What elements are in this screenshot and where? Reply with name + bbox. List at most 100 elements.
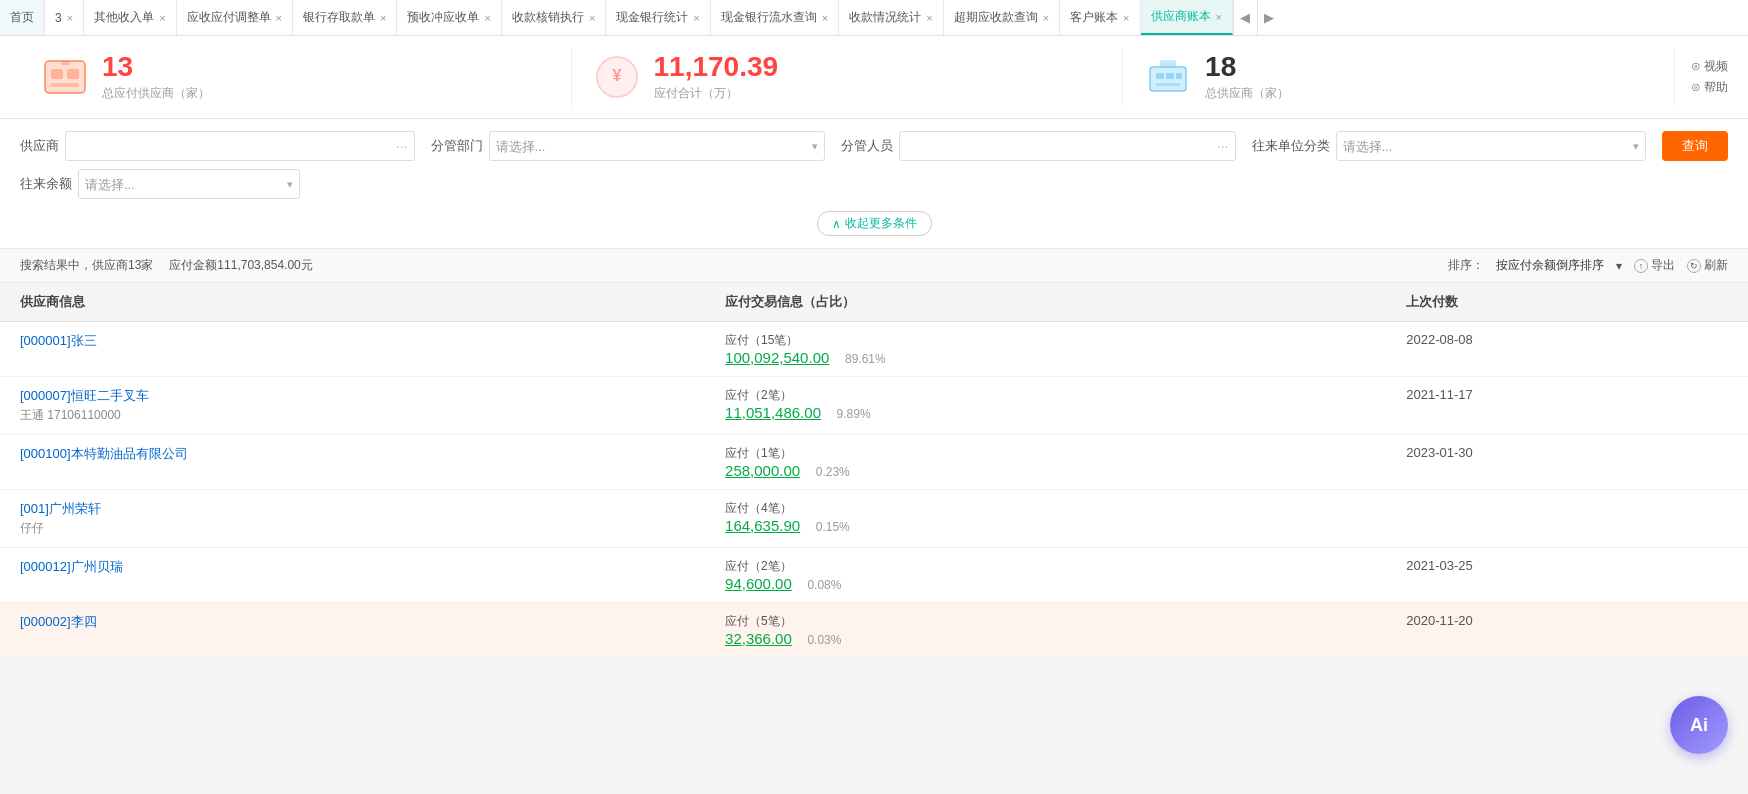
tx-amount-link[interactable]: 32,366.00 [725, 630, 792, 647]
close-icon[interactable]: × [1216, 11, 1222, 23]
tx-info-cell: 应付（1笔） 258,000.00 0.23% [705, 435, 1386, 490]
collapse-bar: ∧ 收起更多条件 [20, 207, 1728, 236]
person-dots-icon[interactable]: ··· [1217, 138, 1229, 154]
filter-row-2: 往来余额 请选择... ▾ [20, 169, 1728, 199]
dept-select-wrapper[interactable]: 请选择... ▾ [489, 131, 826, 161]
tx-info-cell: 应付（2笔） 11,051,486.00 9.89% [705, 377, 1386, 435]
category-filter-label: 往来单位分类 [1252, 137, 1330, 155]
filter-area: 供应商 ··· 分管部门 请选择... ▾ 分管人员 ··· 往来单位分类 [0, 119, 1748, 249]
svg-rect-3 [51, 83, 79, 87]
tx-label: 应付（5笔） [725, 613, 1366, 630]
balance-select[interactable]: 请选择... [85, 177, 287, 192]
tx-amount-link[interactable]: 258,000.00 [725, 462, 800, 479]
supplier-sub-info: 仔仔 [20, 520, 685, 537]
tx-row: 94,600.00 0.08% [725, 575, 1366, 592]
tx-amount-link[interactable]: 11,051,486.00 [725, 404, 821, 421]
category-select[interactable]: 请选择... [1343, 139, 1634, 154]
collapse-button[interactable]: ∧ 收起更多条件 [817, 211, 932, 236]
nav-tab-supplier-ledger[interactable]: 供应商账本 × [1141, 0, 1233, 35]
supplier-link[interactable]: [000007]恒旺二手叉车 [20, 388, 149, 403]
tx-info-cell: 应付（5笔） 32,366.00 0.03% [705, 603, 1386, 658]
supplier-link[interactable]: [000012]广州贝瑞 [20, 559, 123, 574]
total-suppliers-label: 总供应商（家） [1205, 85, 1289, 102]
collapse-up-icon: ∧ [832, 217, 841, 231]
supplier-input[interactable] [72, 139, 396, 154]
dept-filter-item: 分管部门 请选择... ▾ [431, 131, 826, 161]
last-pay-date: 2020-11-20 [1406, 613, 1473, 628]
nav-next-arrow[interactable]: ▶ [1257, 0, 1281, 36]
result-bar: 搜索结果中，供应商13家 应付金额111,703,854.00元 排序： 按应付… [0, 249, 1748, 283]
result-amount: 应付金额111,703,854.00元 [169, 257, 312, 274]
nav-tab-receipt-stat[interactable]: 收款情况统计 × [839, 0, 943, 35]
nav-prev-arrow[interactable]: ◀ [1233, 0, 1257, 36]
export-icon: ↑ [1634, 259, 1648, 273]
nav-tab-cash-bank-flow[interactable]: 现金银行流水查询 × [711, 0, 839, 35]
tx-percent: 0.03% [807, 633, 841, 647]
summary-bar: 13 总应付供应商（家） ¥ 11,170.39 应付合计（万） [0, 36, 1748, 119]
svg-rect-11 [1156, 83, 1180, 86]
supplier-filter-item: 供应商 ··· [20, 131, 415, 161]
table-row: [000001]张三应付（15笔） 100,092,540.00 89.61% … [0, 322, 1748, 377]
nav-tab-3[interactable]: 3 × [45, 0, 84, 35]
tx-amount-link[interactable]: 164,635.90 [725, 517, 800, 534]
nav-tab-cash-bank-stat[interactable]: 现金银行统计 × [606, 0, 710, 35]
nav-tab-prepay-offset[interactable]: 预收冲应收单 × [397, 0, 501, 35]
tx-amount-link[interactable]: 94,600.00 [725, 575, 792, 592]
balance-filter-item: 往来余额 请选择... ▾ [20, 169, 300, 199]
nav-tab-ar-ap-adjust[interactable]: 应收应付调整单 × [177, 0, 293, 35]
close-icon[interactable]: × [484, 12, 490, 24]
close-icon[interactable]: × [822, 12, 828, 24]
svg-rect-8 [1156, 73, 1164, 79]
close-icon[interactable]: × [276, 12, 282, 24]
supplier-table: 供应商信息 应付交易信息（占比） 上次付数 [000001]张三应付（15笔） … [0, 283, 1748, 658]
nav-tab-receipt-verify[interactable]: 收款核销执行 × [502, 0, 606, 35]
svg-rect-1 [51, 69, 63, 79]
supplier-link[interactable]: [000002]李四 [20, 614, 97, 629]
close-icon[interactable]: × [1123, 12, 1129, 24]
nav-tab-overdue-ar[interactable]: 超期应收款查询 × [944, 0, 1060, 35]
category-select-wrapper[interactable]: 请选择... ▾ [1336, 131, 1647, 161]
last-pay-date: 2021-03-25 [1406, 558, 1473, 573]
supplier-dots-icon[interactable]: ··· [396, 138, 408, 154]
nav-tab-customer-ledger[interactable]: 客户账本 × [1060, 0, 1140, 35]
supplier-filter-label: 供应商 [20, 137, 59, 155]
close-icon[interactable]: × [693, 12, 699, 24]
summary-card-amount: ¥ 11,170.39 应付合计（万） [572, 48, 1124, 106]
video-link[interactable]: ⊙ 视频 [1691, 58, 1728, 75]
supplier-filter-input-wrapper: ··· [65, 131, 415, 161]
sort-chevron-icon: ▾ [1616, 259, 1622, 273]
dept-select[interactable]: 请选择... [496, 139, 813, 154]
balance-filter-label: 往来余额 [20, 175, 72, 193]
tx-info-cell: 应付（4笔） 164,635.90 0.15% [705, 490, 1386, 548]
supplier-link[interactable]: [000001]张三 [20, 333, 97, 348]
nav-tab-other-income[interactable]: 其他收入单 × [84, 0, 176, 35]
refresh-button[interactable]: ↻ 刷新 [1687, 257, 1728, 274]
supplier-link[interactable]: [001]广州荣轩 [20, 501, 101, 516]
export-button[interactable]: ↑ 导出 [1634, 257, 1675, 274]
tx-percent: 0.23% [816, 465, 850, 479]
person-filter-label: 分管人员 [841, 137, 893, 155]
tx-label: 应付（1笔） [725, 445, 1366, 462]
query-button[interactable]: 查询 [1662, 131, 1728, 161]
close-icon[interactable]: × [926, 12, 932, 24]
sort-value[interactable]: 按应付余额倒序排序 [1496, 257, 1604, 274]
balance-select-wrapper[interactable]: 请选择... ▾ [78, 169, 300, 199]
total-suppliers-number: 18 [1205, 52, 1289, 83]
last-pay-cell: 2022-08-08 [1386, 322, 1748, 377]
supplier-link[interactable]: [000100]本特勤油品有限公司 [20, 446, 188, 461]
supplier-info-cell: [000012]广州贝瑞 [0, 548, 705, 603]
close-icon[interactable]: × [380, 12, 386, 24]
nav-tab-home[interactable]: 首页 [0, 0, 45, 35]
close-icon[interactable]: × [589, 12, 595, 24]
help-link[interactable]: ⊙ 帮助 [1691, 79, 1728, 96]
nav-tab-bank-deposit[interactable]: 银行存取款单 × [293, 0, 397, 35]
person-input[interactable] [906, 139, 1217, 154]
close-icon[interactable]: × [1043, 12, 1049, 24]
last-pay-date: 2022-08-08 [1406, 332, 1473, 347]
close-icon[interactable]: × [159, 12, 165, 24]
tx-info-cell: 应付（15笔） 100,092,540.00 89.61% [705, 322, 1386, 377]
summary-card-suppliers: 13 总应付供应商（家） [20, 48, 572, 106]
amount-card-icon: ¥ [592, 52, 642, 102]
close-icon[interactable]: × [67, 12, 73, 24]
tx-amount-link[interactable]: 100,092,540.00 [725, 349, 829, 366]
